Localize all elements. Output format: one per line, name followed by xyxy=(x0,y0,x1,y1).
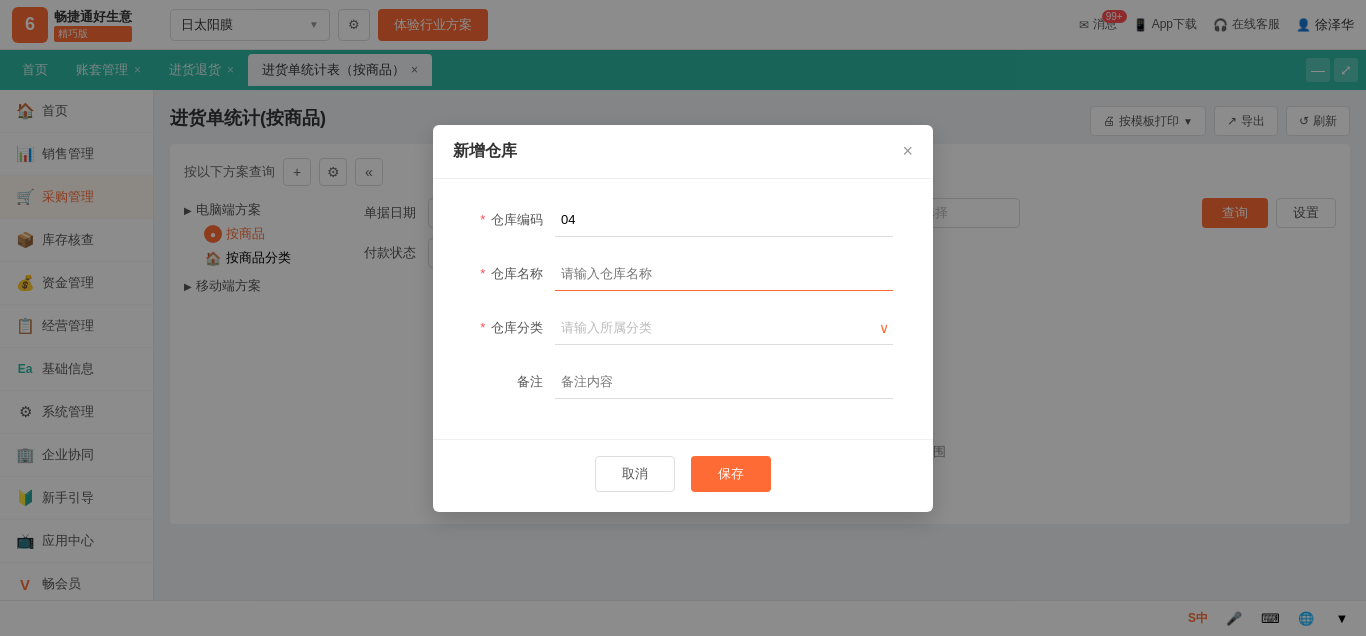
modal-body: * 仓库编码 * 仓库名称 * 仓库分类 xyxy=(433,179,933,439)
name-required-mark: * xyxy=(480,266,485,281)
category-select-wrap: 请输入所属分类 ∨ xyxy=(555,311,893,345)
modal-field-code: * 仓库编码 xyxy=(473,203,893,237)
modal: 新增仓库 × * 仓库编码 * 仓库名称 xyxy=(433,125,933,512)
modal-title: 新增仓库 xyxy=(453,141,517,162)
modal-field-remark: 备注 xyxy=(473,365,893,399)
code-label: * 仓库编码 xyxy=(473,211,543,229)
remark-label-text: 备注 xyxy=(517,374,543,389)
cancel-button[interactable]: 取消 xyxy=(595,456,675,492)
modal-header: 新增仓库 × xyxy=(433,125,933,179)
modal-close-button[interactable]: × xyxy=(902,142,913,160)
name-input[interactable] xyxy=(555,257,893,291)
name-label-text: 仓库名称 xyxy=(491,266,543,281)
code-required-mark: * xyxy=(480,212,485,227)
remark-label: 备注 xyxy=(473,373,543,391)
modal-footer: 取消 保存 xyxy=(433,439,933,512)
modal-overlay[interactable]: 新增仓库 × * 仓库编码 * 仓库名称 xyxy=(0,0,1366,636)
modal-field-category: * 仓库分类 请输入所属分类 ∨ xyxy=(473,311,893,345)
category-select[interactable]: 请输入所属分类 xyxy=(555,311,893,345)
category-label-text: 仓库分类 xyxy=(491,320,543,335)
category-label: * 仓库分类 xyxy=(473,319,543,337)
code-label-text: 仓库编码 xyxy=(491,212,543,227)
remark-input[interactable] xyxy=(555,365,893,399)
code-input[interactable] xyxy=(555,203,893,237)
save-button[interactable]: 保存 xyxy=(691,456,771,492)
name-label: * 仓库名称 xyxy=(473,265,543,283)
category-required-mark: * xyxy=(480,320,485,335)
modal-field-name: * 仓库名称 xyxy=(473,257,893,291)
